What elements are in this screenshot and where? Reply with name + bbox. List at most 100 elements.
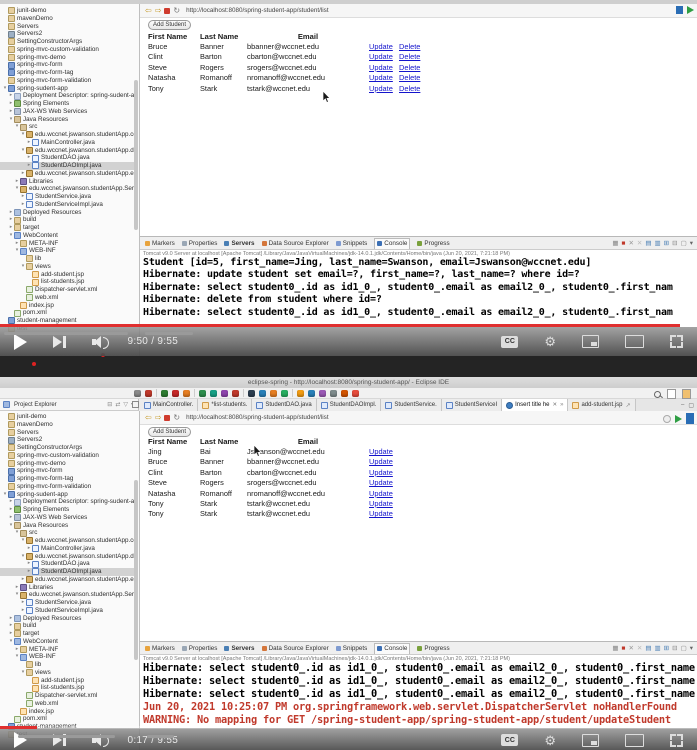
tree-item[interactable]: ▾ Java Resources bbox=[0, 116, 134, 124]
miniplayer-icon[interactable] bbox=[582, 733, 599, 747]
update-link[interactable]: Update bbox=[369, 63, 399, 72]
console-action-icon[interactable]: ▦ bbox=[612, 239, 618, 247]
toolbar-icon[interactable] bbox=[161, 389, 168, 397]
hscrollbar[interactable] bbox=[4, 332, 128, 335]
editor-tab-studentdaoimpl-[interactable]: StudentDAOImpl. bbox=[316, 399, 382, 411]
toolbar-icon[interactable] bbox=[134, 389, 141, 397]
back-icon[interactable]: ⇦ bbox=[145, 4, 152, 17]
tree-item[interactable]: spring-mvc-form bbox=[0, 61, 134, 69]
tree-item[interactable]: ▸ build bbox=[0, 622, 134, 630]
tree-item[interactable]: Servers bbox=[0, 23, 134, 31]
tree-item[interactable]: spring-mvc-form-validation bbox=[0, 77, 134, 85]
tree-item[interactable]: ▸ META-INF bbox=[0, 646, 134, 654]
tree-item[interactable]: spring-mvc-form-tag bbox=[0, 475, 134, 483]
console-tab-progress[interactable]: Progress bbox=[417, 645, 450, 652]
volume-icon[interactable] bbox=[91, 335, 110, 349]
tree-item[interactable]: list-students.jsp bbox=[0, 684, 134, 692]
delete-link[interactable]: Delete bbox=[399, 63, 431, 72]
console-tab-console[interactable]: Console bbox=[374, 237, 411, 249]
tree-item[interactable]: ▸ StudentDAOImpl.java bbox=[0, 162, 134, 170]
tree-item[interactable]: index.jsp bbox=[0, 708, 134, 716]
editor-tab-add-student-jsp[interactable]: add-student.jsp ↗ bbox=[568, 399, 636, 411]
editor-tab-maincontroller-[interactable]: MainController. bbox=[140, 399, 199, 411]
restore-editor-icon[interactable] bbox=[132, 401, 139, 408]
tree-item[interactable]: ▾edu.wccnet.jswanson.studentApp.controll… bbox=[0, 131, 134, 139]
toolbar-icon[interactable] bbox=[308, 389, 315, 397]
tree-item[interactable]: Servers2 bbox=[0, 436, 134, 444]
tree-scrollbar[interactable] bbox=[134, 80, 138, 230]
tree-item[interactable]: ▸edu.wccnet.jswanson.studentApp.entity bbox=[0, 170, 134, 178]
tree-item[interactable]: ▸ Spring Elements bbox=[0, 506, 134, 514]
tree-item[interactable]: lib bbox=[0, 255, 134, 263]
captions-icon[interactable]: CC bbox=[501, 335, 519, 348]
console-tab-properties[interactable]: Properties bbox=[181, 645, 217, 652]
tree-item[interactable]: web.xml bbox=[0, 700, 134, 708]
progress-bar[interactable] bbox=[0, 726, 697, 729]
forward-icon[interactable]: ⇨ bbox=[155, 4, 162, 17]
tree-item[interactable]: mavenDemo bbox=[0, 15, 134, 23]
toolbar-icon[interactable] bbox=[145, 389, 152, 397]
tree-item[interactable]: spring-mvc-custom-validation bbox=[0, 452, 134, 460]
editor-tab-insert-title-he[interactable]: Insert title he ✕» bbox=[502, 399, 569, 411]
tree-item[interactable]: ▸ StudentService.java bbox=[0, 193, 134, 201]
tree-item[interactable]: spring-mvc-demo bbox=[0, 460, 134, 468]
browser-toolbar-icon[interactable] bbox=[676, 6, 683, 14]
toolbar-icon[interactable] bbox=[270, 389, 277, 397]
toolbar-icon[interactable] bbox=[210, 389, 217, 397]
tree-item[interactable]: ▸ MainController.java bbox=[0, 139, 134, 147]
close-icon[interactable]: ✕ bbox=[553, 402, 558, 408]
minimize-view-icon[interactable]: ‒ bbox=[681, 402, 684, 408]
tree-item[interactable]: spring-mvc-custom-validation bbox=[0, 46, 134, 54]
console-action-icon[interactable]: ▢ bbox=[681, 644, 687, 652]
tree-item[interactable]: ▾ views bbox=[0, 669, 134, 677]
tree-item[interactable]: ▸ JAX-WS Web Services bbox=[0, 514, 134, 522]
next-icon[interactable] bbox=[53, 335, 66, 348]
update-link[interactable]: Update bbox=[369, 489, 399, 498]
editor-tab-studentservicei[interactable]: StudentServiceI bbox=[441, 399, 503, 411]
console-action-icon[interactable]: ▾ bbox=[690, 644, 693, 652]
play-icon[interactable] bbox=[14, 333, 27, 350]
update-link[interactable]: Update bbox=[369, 84, 399, 93]
tree-item[interactable]: lib bbox=[0, 661, 134, 669]
tree-item[interactable]: ▾ WebContent bbox=[0, 638, 134, 646]
update-link[interactable]: Update bbox=[369, 42, 399, 51]
console-tab-console[interactable]: Console bbox=[374, 642, 411, 654]
tree-item[interactable]: junit-demo bbox=[0, 413, 134, 421]
console-action-icon[interactable]: ✕ bbox=[628, 644, 633, 652]
delete-link[interactable]: Delete bbox=[399, 42, 431, 51]
refresh-icon[interactable]: ↻ bbox=[173, 413, 180, 422]
tree-item[interactable]: list-students.jsp bbox=[0, 278, 134, 286]
toolbar-icon[interactable] bbox=[319, 389, 326, 397]
settings-gear-icon[interactable]: ⚙ bbox=[544, 335, 556, 348]
tree-item[interactable]: ▸edu.wccnet.jswanson.studentApp.entity bbox=[0, 576, 134, 584]
stop-icon[interactable] bbox=[164, 7, 171, 14]
tree-item[interactable]: spring-mvc-form-validation bbox=[0, 483, 134, 491]
toolbar-icon[interactable] bbox=[183, 389, 190, 397]
tree-item[interactable]: ▾ WEB-INF bbox=[0, 247, 134, 255]
console-action-icon[interactable]: ⊟ bbox=[672, 644, 677, 652]
console-tab-data-source-explorer[interactable]: Data Source Explorer bbox=[261, 240, 329, 247]
toolbar-icon[interactable] bbox=[221, 389, 228, 397]
console-action-icon[interactable]: ✕ bbox=[637, 644, 642, 652]
page-icon[interactable] bbox=[667, 389, 676, 399]
maximize-view-icon[interactable]: ▢ bbox=[688, 402, 694, 409]
tree-item[interactable]: ▾edu.wccnet.jswanson.studentApp.controll… bbox=[0, 537, 134, 545]
delete-link[interactable]: Delete bbox=[399, 52, 431, 61]
tree-item[interactable]: ▾ edu.wccnet.jswanson.studentApp.dao bbox=[0, 147, 134, 155]
filter-icon[interactable]: ▽ bbox=[123, 401, 128, 408]
tree-item[interactable]: ▸ StudentServiceImpl.java bbox=[0, 201, 134, 209]
console-action-icon[interactable]: ▤ bbox=[645, 644, 651, 652]
refresh-icon[interactable]: ↻ bbox=[173, 6, 180, 15]
toolbar-icon[interactable] bbox=[352, 389, 359, 397]
console-action-icon[interactable]: ▥ bbox=[655, 644, 661, 652]
tree-item[interactable]: ▾ src bbox=[0, 123, 134, 131]
explorer-title[interactable]: Project Explorer bbox=[14, 402, 57, 408]
url-text[interactable]: http://localhost:8080/spring-student-app… bbox=[186, 7, 328, 14]
hscrollbar[interactable] bbox=[145, 332, 193, 335]
tree-item[interactable]: ▸ Deployed Resources bbox=[0, 209, 134, 217]
tree-item[interactable]: ▸ target bbox=[0, 630, 134, 638]
tree-item[interactable]: ▾ spring-sudent-app bbox=[0, 491, 134, 499]
back-icon[interactable]: ⇦ bbox=[145, 411, 152, 424]
tree-item[interactable]: mavenDemo bbox=[0, 421, 134, 429]
collapse-all-icon[interactable]: ⊟ bbox=[107, 401, 112, 408]
